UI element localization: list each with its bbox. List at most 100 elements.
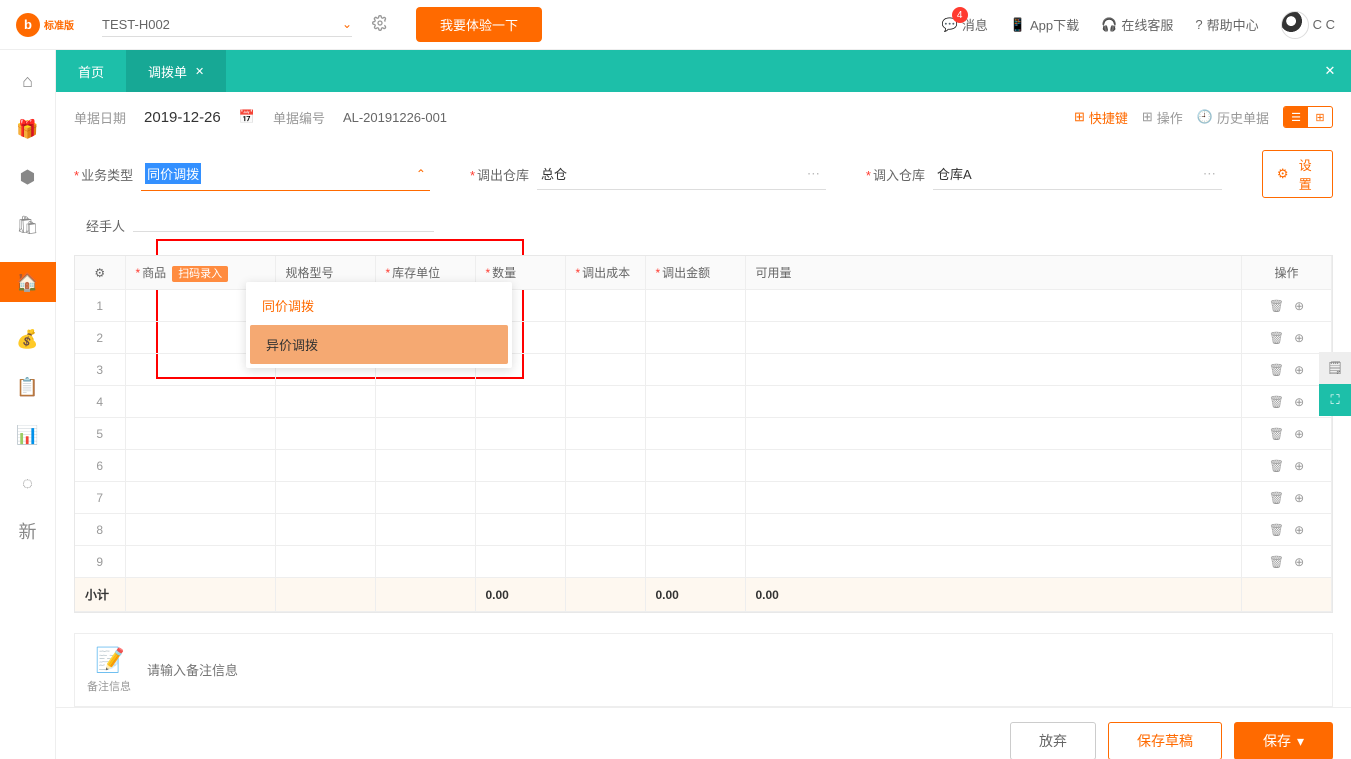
keyboard-icon: ⊞ (1074, 109, 1085, 125)
table-row[interactable]: 6🗑⊕ (75, 450, 1332, 482)
header-actions: 💬 消息 4 📱 App下载 🎧 在线客服 ? 帮助中心 C C (942, 11, 1335, 39)
biztype-dropdown: 同价调拨 异价调拨 (246, 282, 512, 368)
nav-bag-icon[interactable]: 🛍 (17, 214, 39, 236)
handler-field[interactable]: 经手人 (74, 216, 434, 235)
gear-icon[interactable] (372, 15, 388, 34)
copy-icon[interactable]: ⊕ (1294, 523, 1304, 537)
col-cost: *调出成本 (565, 256, 645, 290)
document-header: 单据日期 2019-12-26 📅 单据编号 AL-20191226-001 ⊞… (56, 106, 1351, 138)
nav-report-icon[interactable]: 📊 (17, 424, 39, 446)
dropdown-option-same[interactable]: 同价调拨 (246, 286, 512, 325)
table-row[interactable]: 7🗑⊕ (75, 482, 1332, 514)
copy-icon[interactable]: ⊕ (1294, 555, 1304, 569)
notes-section: 📝 备注信息 (74, 633, 1333, 707)
left-sidebar: ⌂ 🎁 ⬢ 🛍 🏠 💰 📋 📊 ◌ 新 (0, 50, 56, 759)
tab-transfer[interactable]: 调拨单 ✕ (126, 50, 226, 92)
expand-tool-icon[interactable]: ⛶ (1319, 384, 1351, 416)
delete-icon[interactable]: 🗑 (1269, 299, 1284, 313)
notes-icon: 📝 (95, 646, 123, 674)
help-link[interactable]: ? 帮助中心 (1195, 15, 1258, 34)
delete-icon[interactable]: 🗑 (1269, 555, 1284, 569)
table-row[interactable]: 4🗑⊕ (75, 386, 1332, 418)
nav-new-icon[interactable]: 新 (17, 520, 39, 542)
table-row[interactable]: 5🗑⊕ (75, 418, 1332, 450)
store-selector[interactable]: TEST-H002 ⌄ (102, 13, 352, 37)
download-link[interactable]: 📱 App下载 (1010, 15, 1079, 34)
chevron-down-icon: ▾ (1297, 733, 1304, 750)
logo-label: 标准版 (44, 17, 74, 32)
history-icon: 🕘 (1197, 109, 1213, 125)
shortcuts-link[interactable]: ⊞快捷键 (1074, 108, 1128, 127)
help-icon: ? (1195, 17, 1202, 32)
delete-icon[interactable]: 🗑 (1269, 523, 1284, 537)
col-amount: *调出金额 (645, 256, 745, 290)
chevron-up-icon[interactable]: ⌃ (416, 167, 426, 181)
service-link[interactable]: 🎧 在线客服 (1101, 15, 1173, 34)
history-link[interactable]: 🕘历史单据 (1197, 108, 1269, 127)
delete-icon[interactable]: 🗑 (1269, 427, 1284, 441)
headset-icon: 🎧 (1101, 17, 1117, 33)
nav-warehouse-icon[interactable]: 🏠 (0, 262, 56, 302)
dropdown-option-diff[interactable]: 异价调拨 (250, 325, 508, 364)
biztype-field[interactable]: *业务类型 同价调拨 ⌃ (74, 157, 430, 191)
message-badge: 4 (952, 7, 968, 23)
delete-icon[interactable]: 🗑 (1269, 395, 1284, 409)
view-card-icon[interactable]: ⊞ (1308, 107, 1332, 127)
more-icon[interactable]: ⋯ (807, 166, 822, 182)
delete-icon[interactable]: 🗑 (1269, 363, 1284, 377)
user-menu[interactable]: C C (1281, 11, 1335, 39)
discard-button[interactable]: 放弃 (1010, 722, 1096, 759)
top-header: b 标准版 TEST-H002 ⌄ 我要体验一下 💬 消息 4 📱 App下载 … (0, 0, 1351, 50)
delete-icon[interactable]: 🗑 (1269, 459, 1284, 473)
ops-link[interactable]: ⊞操作 (1142, 108, 1183, 127)
save-draft-button[interactable]: 保存草稿 (1108, 722, 1222, 759)
scan-button[interactable]: 扫码录入 (172, 266, 228, 282)
logo: b 标准版 (16, 13, 74, 37)
date-value[interactable]: 2019-12-26 (144, 109, 221, 126)
tabs-bar: 首页 调拨单 ✕ ✕ (56, 50, 1351, 92)
calendar-icon[interactable]: 📅 (239, 109, 255, 125)
tabs-close-all[interactable]: ✕ (1309, 50, 1351, 92)
close-icon[interactable]: ✕ (195, 65, 204, 78)
trial-button[interactable]: 我要体验一下 (416, 7, 542, 42)
copy-icon[interactable]: ⊕ (1294, 363, 1304, 377)
out-warehouse-field[interactable]: *调出仓库 总仓⋯ (470, 158, 826, 190)
delete-icon[interactable]: 🗑 (1269, 491, 1284, 505)
messages-link[interactable]: 💬 消息 4 (942, 15, 988, 34)
save-button[interactable]: 保存▾ (1234, 722, 1333, 759)
more-icon[interactable]: ⋯ (1203, 166, 1218, 182)
tab-home[interactable]: 首页 (56, 50, 126, 92)
note-tool-icon[interactable]: 🗒 (1319, 352, 1351, 384)
docno-label: 单据编号 (273, 108, 325, 127)
chevron-down-icon: ⌄ (342, 17, 352, 31)
copy-icon[interactable]: ⊕ (1294, 395, 1304, 409)
copy-icon[interactable]: ⊕ (1294, 427, 1304, 441)
table-settings-header[interactable]: ⚙ (75, 256, 125, 290)
notes-input[interactable] (147, 663, 1320, 678)
view-toggle: ☰ ⊞ (1283, 106, 1333, 128)
nav-house-icon[interactable]: ⬢ (17, 166, 39, 188)
col-avail: 可用量 (745, 256, 1242, 290)
settings-button[interactable]: ⚙设置 (1262, 150, 1333, 198)
col-op: 操作 (1242, 256, 1332, 290)
delete-icon[interactable]: 🗑 (1269, 331, 1284, 345)
phone-icon: 📱 (1010, 17, 1026, 33)
nav-money-icon[interactable]: 💰 (17, 328, 39, 350)
nav-home-icon[interactable]: ⌂ (17, 70, 39, 92)
nav-clipboard-icon[interactable]: 📋 (17, 376, 39, 398)
store-name: TEST-H002 (102, 17, 170, 32)
logo-icon: b (16, 13, 40, 37)
copy-icon[interactable]: ⊕ (1294, 459, 1304, 473)
copy-icon[interactable]: ⊕ (1294, 491, 1304, 505)
view-list-icon[interactable]: ☰ (1284, 107, 1308, 127)
table-row[interactable]: 9🗑⊕ (75, 546, 1332, 578)
table-row[interactable]: 8🗑⊕ (75, 514, 1332, 546)
subtotal-row: 小计 0.00 0.00 0.00 (75, 578, 1332, 612)
in-warehouse-field[interactable]: *调入仓库 仓库A⋯ (866, 158, 1222, 190)
biztype-value: 同价调拨 (145, 163, 201, 184)
nav-gift-icon[interactable]: 🎁 (17, 118, 39, 140)
copy-icon[interactable]: ⊕ (1294, 299, 1304, 313)
copy-icon[interactable]: ⊕ (1294, 331, 1304, 345)
docno-value: AL-20191226-001 (343, 110, 447, 125)
nav-circle-icon[interactable]: ◌ (17, 472, 39, 494)
